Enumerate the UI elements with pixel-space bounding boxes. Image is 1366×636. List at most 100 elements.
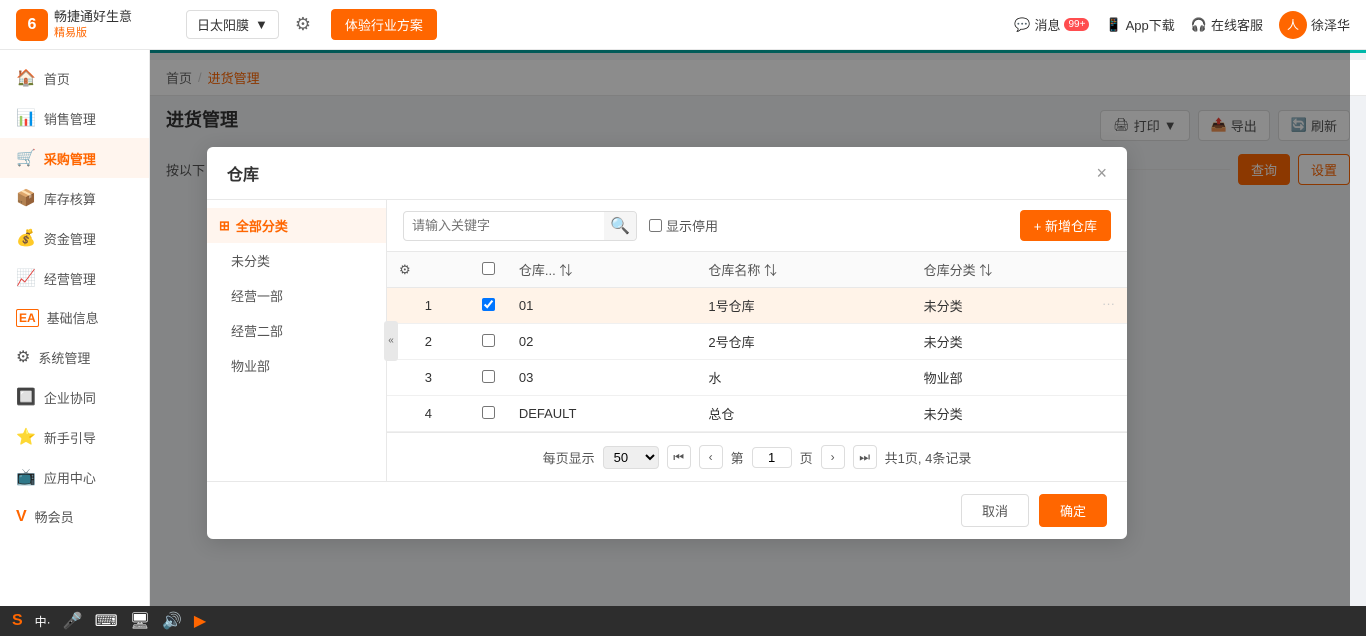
row-checkbox-cell bbox=[470, 324, 507, 360]
collapse-panel-button[interactable]: « bbox=[384, 321, 398, 361]
th-name[interactable]: 仓库名称 ⇅ bbox=[696, 252, 911, 288]
table-row[interactable]: 4 DEFAULT 总仓 未分类 bbox=[387, 396, 1127, 432]
page-last-button[interactable]: ⏭ bbox=[853, 445, 877, 469]
search-input[interactable] bbox=[404, 218, 604, 233]
search-button[interactable]: 🔍 bbox=[604, 211, 636, 241]
category-item-ops2[interactable]: 经营二部 bbox=[207, 313, 386, 348]
user-menu[interactable]: 人 徐泽华 bbox=[1279, 11, 1350, 39]
add-warehouse-button[interactable]: + 新增仓库 bbox=[1020, 210, 1111, 241]
table-row[interactable]: 1 01 1号仓库 未分类 ··· bbox=[387, 288, 1127, 324]
message-icon: 💬 bbox=[1014, 17, 1030, 33]
online-service-button[interactable]: 🎧 在线客服 bbox=[1191, 15, 1263, 34]
trial-button[interactable]: 体验行业方案 bbox=[331, 9, 437, 40]
sidebar-item-membership[interactable]: V 畅会员 bbox=[0, 497, 149, 536]
sidebar-item-finance[interactable]: 💰 资金管理 bbox=[0, 218, 149, 258]
cancel-button[interactable]: 取消 bbox=[961, 494, 1029, 527]
logo-text: 畅捷通好生意 精易版 bbox=[54, 9, 132, 41]
sidebar-item-system[interactable]: ⚙ 系统管理 bbox=[0, 337, 149, 377]
confirm-button[interactable]: 确定 bbox=[1039, 494, 1107, 527]
page-number-input[interactable] bbox=[752, 447, 792, 468]
sort-icon-2: ⇅ bbox=[764, 263, 777, 278]
per-page-select[interactable]: 50 20 100 bbox=[603, 446, 659, 469]
warehouse-modal: 仓库 × ⊞ 全部分类 未分类 经营一部 经营二部 物 bbox=[207, 147, 1127, 539]
app-download-button[interactable]: 📱 App下载 bbox=[1105, 15, 1174, 34]
sidebar-label-finance: 资金管理 bbox=[44, 229, 96, 248]
inventory-icon: 📦 bbox=[16, 188, 36, 208]
sidebar-label-sales: 销售管理 bbox=[44, 109, 96, 128]
sidebar-label-purchase: 采购管理 bbox=[44, 149, 96, 168]
sidebar-item-app-center[interactable]: 📺 应用中心 bbox=[0, 457, 149, 497]
category-item-property[interactable]: 物业部 bbox=[207, 348, 386, 383]
th-code[interactable]: 仓库... ⇅ bbox=[507, 252, 697, 288]
sidebar-item-sales[interactable]: 📊 销售管理 bbox=[0, 98, 149, 138]
page-first-button[interactable]: ⏮ bbox=[667, 445, 691, 469]
logo-area: 6 畅捷通好生意 精易版 bbox=[16, 9, 166, 41]
row-actions[interactable]: ··· bbox=[1102, 296, 1115, 311]
row-checkbox-cell bbox=[470, 288, 507, 324]
finance-icon: 💰 bbox=[16, 228, 36, 248]
sidebar-item-newbie[interactable]: ⭐ 新手引导 bbox=[0, 417, 149, 457]
category-panel: ⊞ 全部分类 未分类 经营一部 经营二部 物业部 « bbox=[207, 200, 387, 481]
operations-icon: 📈 bbox=[16, 268, 36, 288]
table-panel: 🔍 显示停用 + 新增仓库 bbox=[387, 200, 1127, 481]
col-settings-icon[interactable]: ⚙ bbox=[399, 262, 411, 277]
row-code: 03 bbox=[507, 360, 697, 396]
page-next-button[interactable]: › bbox=[821, 445, 845, 469]
table-toolbar: 🔍 显示停用 + 新增仓库 bbox=[387, 200, 1127, 252]
sidebar-item-basic-info[interactable]: EA 基础信息 bbox=[0, 298, 149, 337]
modal-close-button[interactable]: × bbox=[1096, 163, 1107, 184]
sidebar-item-operations[interactable]: 📈 经营管理 bbox=[0, 258, 149, 298]
app-center-icon: 📺 bbox=[16, 467, 36, 487]
sidebar-item-inventory[interactable]: 📦 库存核算 bbox=[0, 178, 149, 218]
logo-icon: 6 bbox=[16, 9, 48, 41]
main-layout: 🏠 首页 📊 销售管理 🛒 采购管理 📦 库存核算 💰 资金管理 📈 经营管理 … bbox=[0, 50, 1366, 636]
show-disabled-toggle[interactable]: 显示停用 bbox=[649, 216, 718, 235]
row-checkbox[interactable] bbox=[482, 334, 495, 347]
page-prefix-label: 第 bbox=[731, 448, 744, 467]
store-selector[interactable]: 日太阳膜 ▼ bbox=[186, 10, 279, 39]
category-item-uncategorized[interactable]: 未分类 bbox=[207, 243, 386, 278]
sidebar-label-basic-info: 基础信息 bbox=[47, 308, 99, 327]
microphone-icon: 🎤 bbox=[63, 611, 83, 631]
row-checkbox-cell bbox=[470, 360, 507, 396]
row-checkbox[interactable] bbox=[482, 370, 495, 383]
modal-body: ⊞ 全部分类 未分类 经营一部 经营二部 物业部 « bbox=[207, 200, 1127, 481]
show-disabled-checkbox[interactable] bbox=[649, 219, 662, 232]
row-name: 2号仓库 bbox=[696, 324, 911, 360]
sidebar-label-operations: 经营管理 bbox=[44, 269, 96, 288]
store-dropdown-icon: ▼ bbox=[255, 17, 268, 32]
header-right: 💬 消息 99+ 📱 App下载 🎧 在线客服 人 徐泽华 bbox=[1014, 11, 1350, 39]
row-checkbox[interactable] bbox=[482, 298, 495, 311]
store-name: 日太阳膜 bbox=[197, 15, 249, 34]
messages-button[interactable]: 💬 消息 99+ bbox=[1014, 15, 1089, 34]
row-category: 物业部 bbox=[912, 360, 1127, 396]
th-category[interactable]: 仓库分类 ⇅ bbox=[912, 252, 1127, 288]
per-page-label: 每页显示 bbox=[543, 448, 595, 467]
newbie-icon: ⭐ bbox=[16, 427, 36, 447]
sidebar-label-newbie: 新手引导 bbox=[44, 428, 96, 447]
row-num: 3 bbox=[387, 360, 470, 396]
warehouse-table: ⚙ 仓库... ⇅ bbox=[387, 252, 1127, 432]
category-item-ops1[interactable]: 经营一部 bbox=[207, 278, 386, 313]
sidebar-label-app-center: 应用中心 bbox=[44, 468, 96, 487]
category-all[interactable]: ⊞ 全部分类 bbox=[207, 208, 386, 243]
sidebar-item-purchase[interactable]: 🛒 采购管理 bbox=[0, 138, 149, 178]
row-category: 未分类 bbox=[912, 396, 1127, 432]
sidebar-item-home[interactable]: 🏠 首页 bbox=[0, 58, 149, 98]
select-all-checkbox[interactable] bbox=[482, 262, 495, 275]
sidebar-item-enterprise[interactable]: 🔲 企业协同 bbox=[0, 377, 149, 417]
brand-s-icon: S bbox=[12, 612, 23, 630]
table-row[interactable]: 2 02 2号仓库 未分类 bbox=[387, 324, 1127, 360]
page-prev-button[interactable]: ‹ bbox=[699, 445, 723, 469]
purchase-icon: 🛒 bbox=[16, 148, 36, 168]
top-header: 6 畅捷通好生意 精易版 日太阳膜 ▼ ⚙ 体验行业方案 💬 消息 99+ 📱 … bbox=[0, 0, 1366, 50]
settings-button[interactable]: ⚙ bbox=[287, 9, 319, 41]
row-checkbox[interactable] bbox=[482, 406, 495, 419]
table-scroll-area: ⚙ 仓库... ⇅ bbox=[387, 252, 1127, 432]
row-category: 未分类 ··· bbox=[912, 288, 1127, 324]
home-icon: 🏠 bbox=[16, 68, 36, 88]
mobile-icon: 📱 bbox=[1105, 17, 1121, 33]
status-bar: S 中· 🎤 ⌨ 🖥 🔊 ▶ bbox=[0, 606, 1366, 636]
table-row[interactable]: 3 03 水 物业部 bbox=[387, 360, 1127, 396]
row-num: 2 bbox=[387, 324, 470, 360]
